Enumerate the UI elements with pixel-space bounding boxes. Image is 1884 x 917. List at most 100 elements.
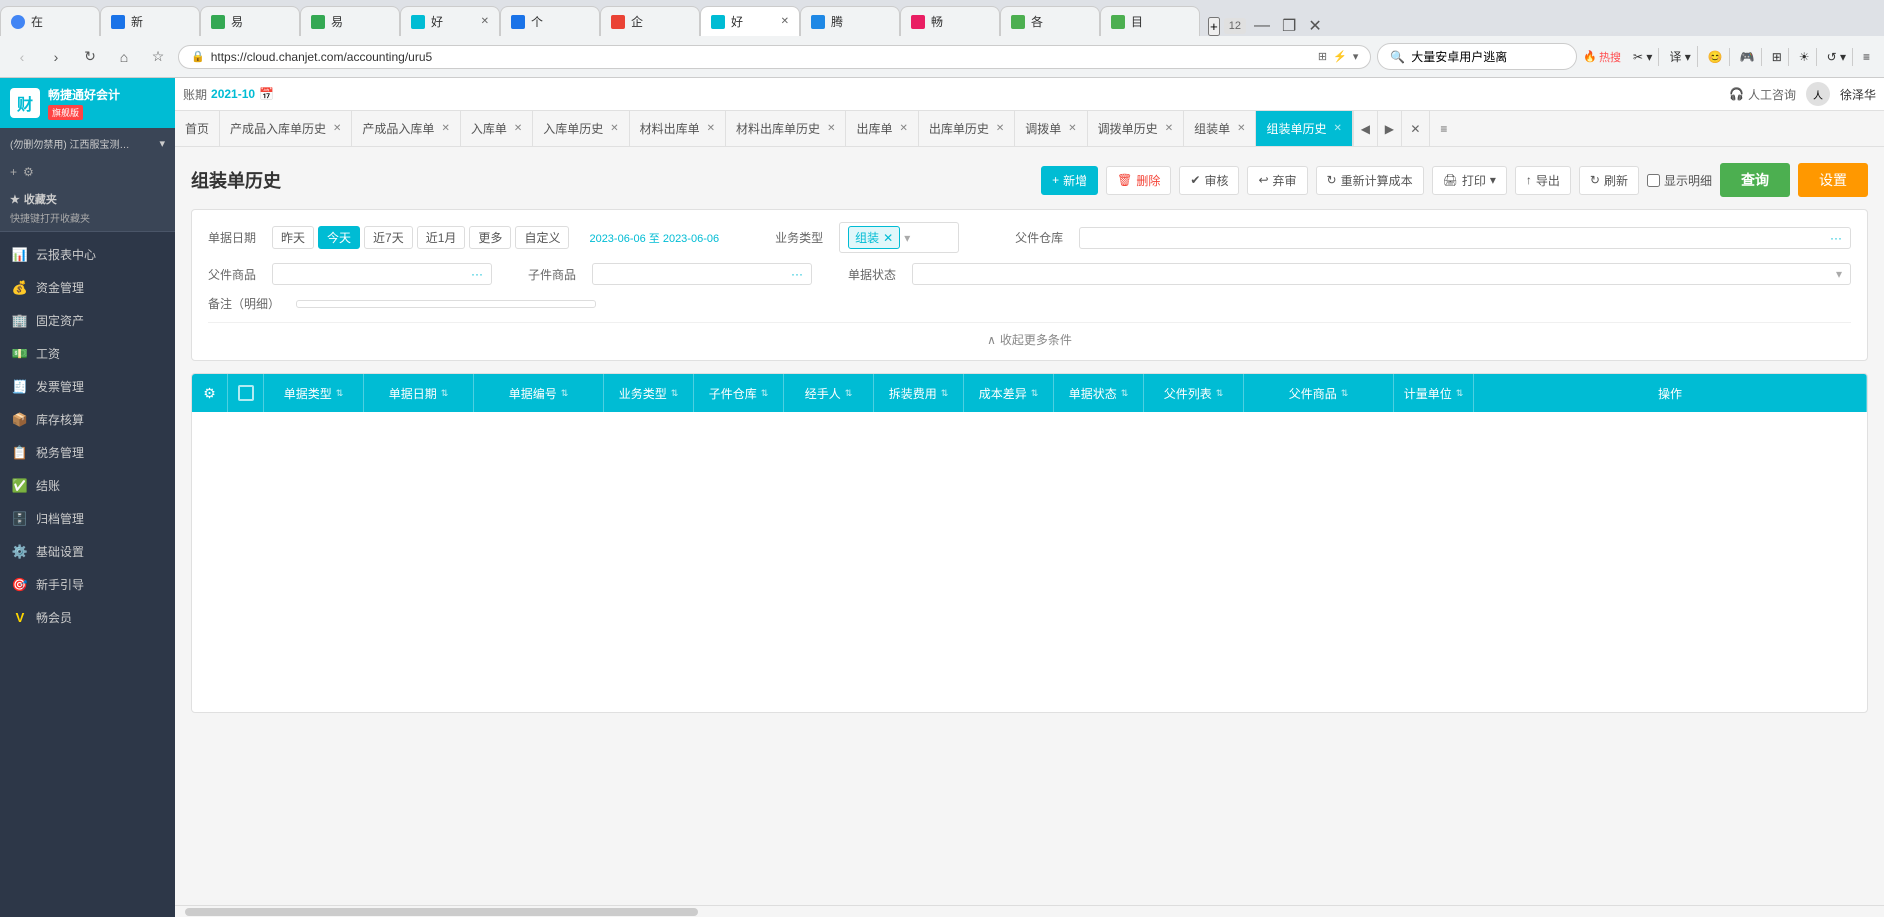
setting-button[interactable]: 设置 xyxy=(1798,163,1868,197)
close-in-history-tab[interactable]: ✕ xyxy=(610,123,618,134)
close-material-out-history-tab[interactable]: ✕ xyxy=(827,123,835,134)
page-tab-in-history[interactable]: 入库单历史 ✕ xyxy=(533,111,629,147)
query-button[interactable]: 查询 xyxy=(1720,163,1790,197)
scissors-tool[interactable]: ✂ ▾ xyxy=(1627,48,1659,66)
parent-wh-selector[interactable]: ··· xyxy=(1079,227,1851,249)
browser-tab-5[interactable]: 好 ✕ xyxy=(400,6,500,36)
th-biz-type[interactable]: 业务类型 ⇅ xyxy=(604,374,694,412)
th-bill-date[interactable]: 单据日期 ⇅ xyxy=(364,374,474,412)
show-detail-checkbox[interactable] xyxy=(1647,174,1660,187)
close-out-history-tab[interactable]: ✕ xyxy=(996,123,1004,134)
hot-search-button[interactable]: 🔥 热搜 xyxy=(1583,49,1621,65)
sidebar-item-vip[interactable]: V 畅会员 xyxy=(0,601,175,634)
sidebar-item-cloud-report[interactable]: 📊 云报表中心 xyxy=(0,238,175,271)
th-parent-list[interactable]: 父件列表 ⇅ xyxy=(1144,374,1244,412)
sidebar-item-guide[interactable]: 🎯 新手引导 xyxy=(0,568,175,601)
close-assembly-history-tab[interactable]: ✕ xyxy=(1334,123,1342,134)
scrollbar-thumb[interactable] xyxy=(185,908,698,916)
page-tab-assembly-history[interactable]: 组装单历史 ✕ xyxy=(1256,111,1352,147)
customer-service-button[interactable]: 🎧 人工咨询 xyxy=(1729,86,1796,103)
biz-type-remove[interactable]: ✕ xyxy=(883,231,893,245)
browser-tab-9[interactable]: 腾 xyxy=(800,6,900,36)
browser-tab-11[interactable]: 各 xyxy=(1000,6,1100,36)
th-cost-diff[interactable]: 成本差异 ⇅ xyxy=(964,374,1054,412)
audit-button[interactable]: ✔ 审核 xyxy=(1179,166,1239,195)
th-unit[interactable]: 计量单位 ⇅ xyxy=(1394,374,1474,412)
back-button[interactable]: ‹ xyxy=(8,43,36,71)
close-transfer-history-tab[interactable]: ✕ xyxy=(1165,123,1173,134)
forward-button[interactable]: › xyxy=(42,43,70,71)
print-button[interactable]: 🖨 打印 ▾ xyxy=(1432,166,1507,195)
abandon-button[interactable]: ↩ 弃审 xyxy=(1247,166,1307,195)
page-tab-prod-in[interactable]: 产成品入库单 ✕ xyxy=(352,111,460,147)
sidebar-logo[interactable]: 财 畅捷通好会计 旗舰版 xyxy=(0,78,175,128)
page-tab-home[interactable]: 首页 xyxy=(175,111,220,147)
minimize-button[interactable]: — xyxy=(1250,17,1274,35)
page-tab-transfer[interactable]: 调拨单 ✕ xyxy=(1015,111,1087,147)
browser-tab-1[interactable]: 在 xyxy=(0,6,100,36)
dropdown-icon[interactable]: ▾ xyxy=(1353,50,1359,63)
close-assembly-tab[interactable]: ✕ xyxy=(1237,123,1245,134)
sidebar-item-accounting[interactable]: ✅ 结账 xyxy=(0,469,175,502)
delete-button[interactable]: 🗑 删除 xyxy=(1106,166,1171,195)
page-tab-in[interactable]: 入库单 ✕ xyxy=(461,111,533,147)
page-tab-material-out-history[interactable]: 材料出库单历史 ✕ xyxy=(726,111,846,147)
bookmark-button[interactable]: ☆ xyxy=(144,43,172,71)
th-child-wh[interactable]: 子件仓库 ⇅ xyxy=(694,374,784,412)
sidebar-item-tax[interactable]: 📋 税务管理 xyxy=(0,436,175,469)
user-name[interactable]: 徐泽华 xyxy=(1840,86,1876,103)
browser-tab-8[interactable]: 好 ✕ xyxy=(700,6,800,36)
browser-tab-7[interactable]: 企 xyxy=(600,6,700,36)
bill-status-selector[interactable]: ▾ xyxy=(912,263,1851,285)
parent-goods-dots[interactable]: ··· xyxy=(471,267,483,281)
browser-tab-12[interactable]: 目 xyxy=(1100,6,1200,36)
sidebar-item-fund[interactable]: 💰 资金管理 xyxy=(0,271,175,304)
th-parent-goods[interactable]: 父件商品 ⇅ xyxy=(1244,374,1394,412)
date-btn-yesterday[interactable]: 昨天 xyxy=(272,226,314,249)
date-btn-1month[interactable]: 近1月 xyxy=(417,226,466,249)
export-button[interactable]: ↑ 导出 xyxy=(1515,166,1571,195)
date-btn-custom[interactable]: 自定义 xyxy=(515,226,569,249)
close-out-tab[interactable]: ✕ xyxy=(899,123,907,134)
browser-tab-2[interactable]: 新 xyxy=(100,6,200,36)
search-bar[interactable]: 🔍 大量安卓用户逃离 xyxy=(1377,43,1577,70)
close-transfer-tab[interactable]: ✕ xyxy=(1068,123,1076,134)
tab-menu[interactable]: ≡ xyxy=(1430,111,1458,147)
maximize-button[interactable]: ❐ xyxy=(1278,16,1300,36)
page-tab-material-out[interactable]: 材料出库单 ✕ xyxy=(630,111,726,147)
browser-tab-3[interactable]: 易 xyxy=(200,6,300,36)
tab-close-8[interactable]: ✕ xyxy=(781,16,789,27)
add-company-button[interactable]: + xyxy=(10,165,17,179)
th-bill-type[interactable]: 单据类型 ⇅ xyxy=(264,374,364,412)
show-detail-toggle[interactable]: 显示明细 xyxy=(1647,172,1712,189)
date-btn-more[interactable]: 更多 xyxy=(469,226,511,249)
sidebar-item-archive[interactable]: 🗄️ 归档管理 xyxy=(0,502,175,535)
sidebar-item-payroll[interactable]: 💵 工资 xyxy=(0,337,175,370)
tab-close-all[interactable]: ✕ xyxy=(1402,111,1430,147)
page-tab-out-history[interactable]: 出库单历史 ✕ xyxy=(919,111,1015,147)
game-tool[interactable]: 🎮 xyxy=(1734,48,1762,66)
home-button[interactable]: ⌂ xyxy=(110,43,138,71)
avatar-tool[interactable]: 😊 xyxy=(1702,48,1730,66)
refresh-nav-button[interactable]: ↻ xyxy=(76,43,104,71)
recalculate-button[interactable]: ↻ 重新计算成本 xyxy=(1316,166,1424,195)
sidebar-item-inventory[interactable]: 📦 库存核算 xyxy=(0,403,175,436)
horizontal-scrollbar[interactable] xyxy=(175,905,1884,917)
grid-tool[interactable]: ⊞ xyxy=(1766,48,1789,66)
brightness-tool[interactable]: ☀ xyxy=(1793,48,1817,66)
new-button[interactable]: + 新增 xyxy=(1041,166,1098,195)
address-bar[interactable]: 🔒 https://cloud.chanjet.com/accounting/u… xyxy=(178,45,1371,69)
browser-tab-4[interactable]: 易 xyxy=(300,6,400,36)
translate-tool[interactable]: 译 ▾ xyxy=(1663,46,1697,67)
close-material-out-tab[interactable]: ✕ xyxy=(707,123,715,134)
close-prod-in-history-tab[interactable]: ✕ xyxy=(333,123,341,134)
date-btn-today[interactable]: 今天 xyxy=(318,226,360,249)
tab-scroll-right[interactable]: ▶ xyxy=(1378,111,1402,147)
page-tab-transfer-history[interactable]: 调拨单历史 ✕ xyxy=(1088,111,1184,147)
child-goods-dots[interactable]: ··· xyxy=(791,267,803,281)
sidebar-company-selector[interactable]: (勿删勿禁用) 江西服宝测试专用 ▾ xyxy=(0,128,175,159)
th-disassemble-fee[interactable]: 拆装费用 ⇅ xyxy=(874,374,964,412)
child-goods-input[interactable]: ··· xyxy=(592,263,812,285)
th-check[interactable] xyxy=(228,374,264,412)
qr-icon[interactable]: ⊞ xyxy=(1318,50,1327,63)
